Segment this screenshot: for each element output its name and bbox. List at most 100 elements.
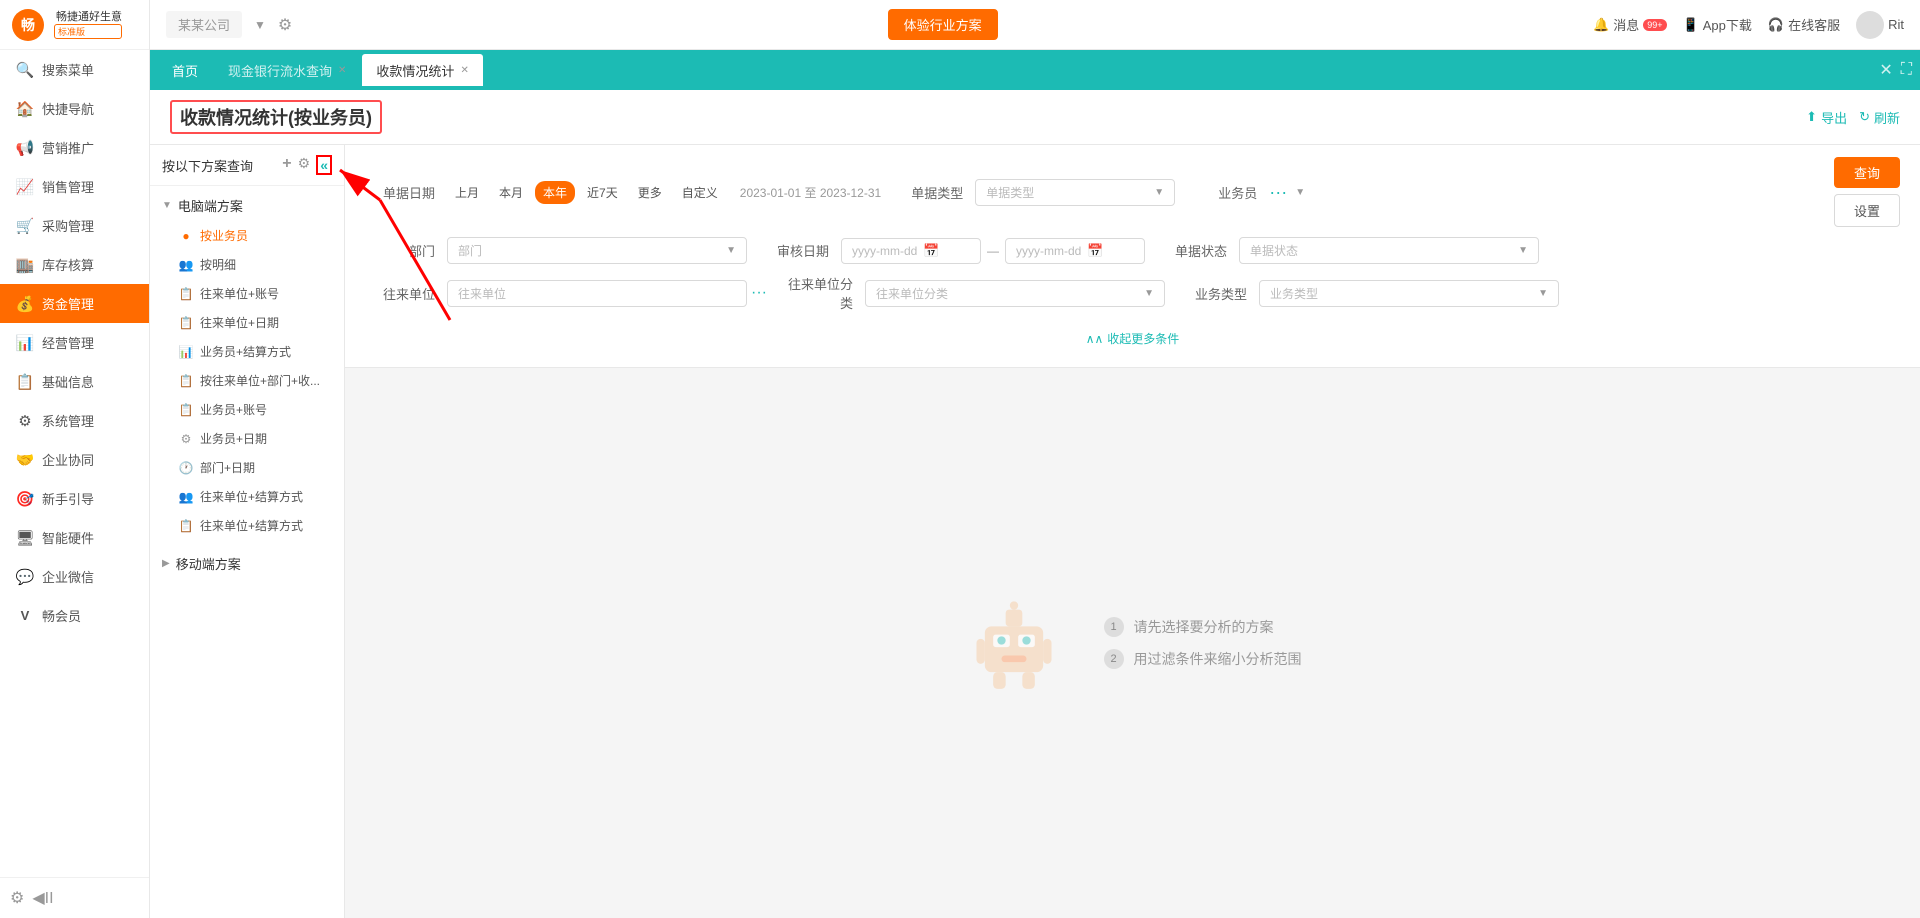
counterpart-category-label: 往来单位分类 — [783, 274, 853, 312]
content-wrapper: 按以下方案查询 + ⚙ « ▼ 电脑端方案 ● 按业务员 — [150, 145, 1920, 918]
scheme-settings-icon[interactable]: ⚙ — [298, 155, 311, 175]
sales-nav-icon: 📈 — [16, 178, 34, 196]
scheme-counterpart-settlement2-label: 往来单位+结算方式 — [200, 517, 303, 534]
sidebar-item-wechat[interactable]: 💬 企业微信 — [0, 557, 149, 596]
sidebar-item-guide-label: 新手引导 — [42, 489, 94, 508]
main-area: 某某公司 ▼ ⚙ 体验行业方案 🔔 消息 99+ 📱 App下载 🎧 在线客服 … — [150, 0, 1920, 918]
scheme-by-salesperson[interactable]: ● 按业务员 — [150, 221, 344, 250]
panel-header-title: 按以下方案查询 — [162, 156, 253, 175]
collapse-label: 收起更多条件 — [1107, 330, 1179, 347]
panel-header-actions: + ⚙ « — [282, 155, 332, 175]
scheme-counterpart-settlement2[interactable]: 📋 往来单位+结算方式 — [150, 511, 344, 540]
business-type-value: 业务类型 — [1270, 285, 1318, 302]
date-separator: — — [987, 244, 999, 258]
sidebar-item-search[interactable]: 🔍 搜索菜单 — [0, 50, 149, 89]
counterpart-category-select[interactable]: 往来单位分类 ▼ — [865, 280, 1165, 307]
export-button[interactable]: ⬆ 导出 — [1806, 108, 1847, 127]
sidebar-item-inventory[interactable]: 🏬 库存核算 — [0, 245, 149, 284]
date-tab-custom[interactable]: 自定义 — [674, 181, 726, 204]
refresh-button[interactable]: ↻ 刷新 — [1859, 108, 1900, 127]
user-item[interactable]: Rit — [1856, 11, 1904, 39]
counterpart-filter-label: 往来单位 — [365, 284, 435, 303]
salesperson-account-icon: 📋 — [178, 402, 194, 418]
counterpart-more-icon[interactable]: ··· — [751, 284, 767, 302]
tab-receipt-close-icon[interactable]: ✕ — [460, 65, 468, 76]
company-dropdown-icon[interactable]: ▼ — [254, 18, 266, 32]
doc-status-select[interactable]: 单据状态 ▼ — [1239, 237, 1539, 264]
user-avatar — [1856, 11, 1884, 39]
mobile-section-header[interactable]: ▶ 移动端方案 — [150, 548, 344, 579]
add-scheme-icon[interactable]: + — [282, 155, 291, 175]
sidebar-item-finance[interactable]: 💰 资金管理 — [0, 284, 149, 323]
basics-nav-icon: 📋 — [16, 373, 34, 391]
date-tab-more[interactable]: 更多 — [630, 181, 670, 204]
sidebar-item-shortcuts-label: 快捷导航 — [42, 99, 94, 118]
notification-item[interactable]: 🔔 消息 99+ — [1593, 15, 1666, 34]
app-download-icon: 📱 — [1683, 17, 1699, 33]
scheme-salesperson-account[interactable]: 📋 业务员+账号 — [150, 395, 344, 424]
counterpart-input[interactable]: 往来单位 — [447, 280, 747, 307]
sidebar-item-basics[interactable]: 📋 基础信息 — [0, 362, 149, 401]
settings-bottom-icon[interactable]: ⚙ — [10, 888, 24, 908]
sidebar-item-hardware[interactable]: 🖥 智能硬件 — [0, 518, 149, 557]
doc-status-chevron-icon: ▼ — [1518, 245, 1528, 256]
date-tab-this-year[interactable]: 本年 — [535, 181, 575, 204]
scheme-dept-date[interactable]: 🕐 部门+日期 — [150, 453, 344, 482]
scheme-by-detail[interactable]: 👥 按明细 — [150, 250, 344, 279]
online-service-item[interactable]: 🎧 在线客服 — [1768, 15, 1840, 34]
online-service-icon: 🎧 — [1768, 17, 1784, 33]
topbar-gear-icon[interactable]: ⚙ — [278, 15, 292, 35]
collapse-sidebar-icon[interactable]: ◀II — [32, 888, 53, 908]
sidebar-item-system[interactable]: ⚙ 系统管理 — [0, 401, 149, 440]
date-tab-last-month[interactable]: 上月 — [447, 181, 487, 204]
scheme-counterpart-dept[interactable]: 📋 按往来单位+部门+收... — [150, 366, 344, 395]
salesperson-more-icon[interactable]: ··· — [1269, 182, 1287, 203]
sidebar-item-guide[interactable]: 🎯 新手引导 — [0, 479, 149, 518]
query-button[interactable]: 查询 — [1834, 157, 1900, 188]
date-tab-this-month[interactable]: 本月 — [491, 181, 531, 204]
tab-bank[interactable]: 现金银行流水查询 ✕ — [214, 54, 360, 86]
detail-scheme-icon: 👥 — [178, 257, 194, 273]
app-download-item[interactable]: 📱 App下载 — [1683, 15, 1752, 34]
date-tab-7days[interactable]: 近7天 — [579, 181, 626, 204]
review-date-start-calendar-icon[interactable]: 📅 — [923, 243, 939, 259]
sidebar-item-marketing[interactable]: 📢 营销推广 — [0, 128, 149, 167]
salesperson-filter-wrapper: ··· ▼ — [1269, 182, 1822, 203]
sidebar-item-purchase[interactable]: 🛒 采购管理 — [0, 206, 149, 245]
close-window-icon[interactable]: ✕ — [1879, 60, 1892, 80]
sidebar-item-operations[interactable]: 📊 经营管理 — [0, 323, 149, 362]
scheme-counterpart-account[interactable]: 📋 往来单位+账号 — [150, 279, 344, 308]
business-type-select[interactable]: 业务类型 ▼ — [1259, 280, 1559, 307]
collapse-panel-icon[interactable]: « — [316, 155, 332, 175]
review-date-start-input[interactable]: yyyy-mm-dd 📅 — [841, 238, 981, 264]
sidebar-item-member[interactable]: V 畅会员 — [0, 596, 149, 635]
sidebar-item-sales[interactable]: 📈 销售管理 — [0, 167, 149, 206]
purchase-nav-icon: 🛒 — [16, 217, 34, 235]
tab-bank-close-icon[interactable]: ✕ — [338, 65, 346, 76]
scheme-salesperson-date[interactable]: ⚙ 业务员+日期 — [150, 424, 344, 453]
dept-select[interactable]: 部门 ▼ — [447, 237, 747, 264]
tab-receipt[interactable]: 收款情况统计 ✕ — [362, 54, 482, 86]
notification-label: 消息 — [1613, 15, 1639, 34]
trial-button[interactable]: 体验行业方案 — [888, 9, 998, 40]
scheme-salesperson-settlement[interactable]: 📊 业务员+结算方式 — [150, 337, 344, 366]
review-date-end-calendar-icon[interactable]: 📅 — [1087, 243, 1103, 259]
sidebar-item-collab[interactable]: 🤝 企业协同 — [0, 440, 149, 479]
scheme-counterpart-date[interactable]: 📋 往来单位+日期 — [150, 308, 344, 337]
tab-bank-label: 现金银行流水查询 — [228, 61, 332, 80]
collapse-bar[interactable]: ∧∧ 收起更多条件 — [365, 322, 1900, 355]
maximize-window-icon[interactable]: ⛶ — [1901, 61, 1912, 79]
review-date-end-input[interactable]: yyyy-mm-dd 📅 — [1005, 238, 1145, 264]
page-content: 收款情况统计(按业务员) ⬆ 导出 ↻ 刷新 按以下方案查询 + — [150, 90, 1920, 918]
tab-home[interactable]: 首页 — [158, 54, 212, 86]
doc-type-select[interactable]: 单据类型 ▼ — [975, 179, 1175, 206]
sidebar-item-shortcuts[interactable]: 🏠 快捷导航 — [0, 89, 149, 128]
counterpart-date-icon: 📋 — [178, 315, 194, 331]
sidebar-item-member-label: 畅会员 — [42, 606, 81, 625]
desktop-section-header[interactable]: ▼ 电脑端方案 — [150, 190, 344, 221]
refresh-label: 刷新 — [1874, 108, 1900, 127]
company-title: 某某公司 — [166, 11, 242, 38]
settings-button[interactable]: 设置 — [1834, 194, 1900, 227]
scheme-salesperson-date-label: 业务员+日期 — [200, 430, 267, 447]
scheme-counterpart-settlement1[interactable]: 👥 往来单位+结算方式 — [150, 482, 344, 511]
